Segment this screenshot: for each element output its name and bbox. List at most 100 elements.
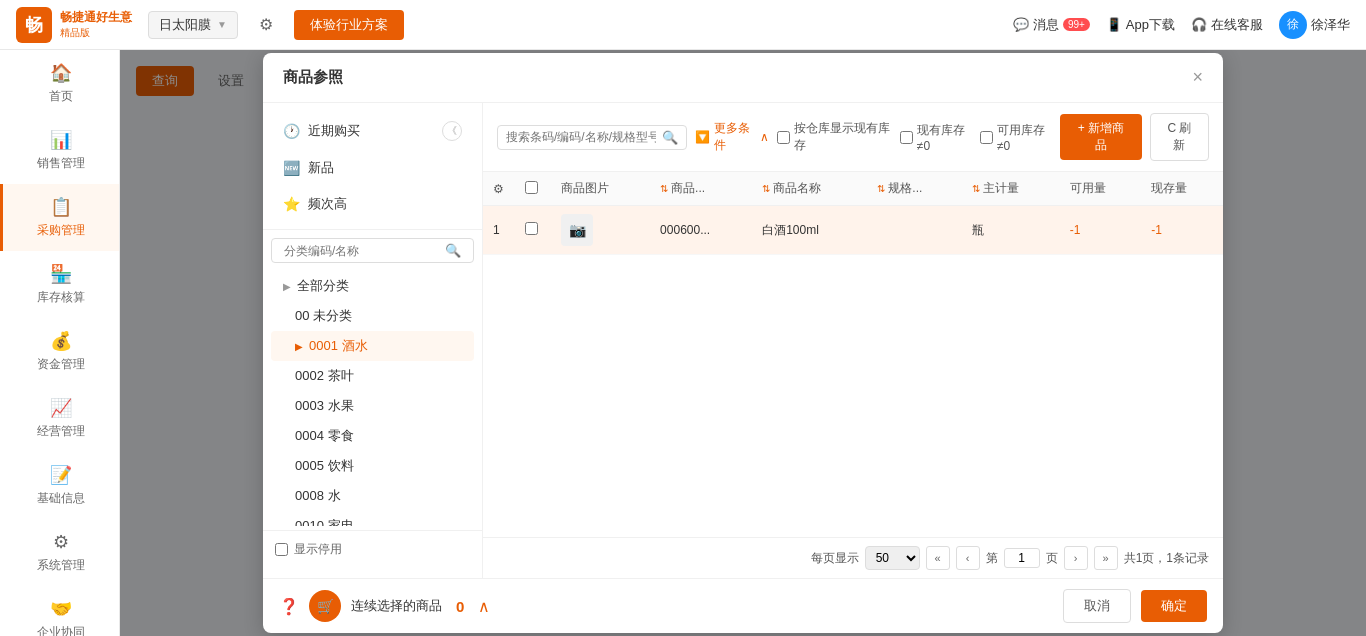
tree-item-all[interactable]: ▶ 全部分类 <box>271 271 474 301</box>
star-icon: ⭐ <box>283 196 300 212</box>
tree-item-appliances[interactable]: 0010 家电 <box>271 511 474 526</box>
add-product-button[interactable]: + 新增商品 <box>1060 114 1142 160</box>
product-image: 📷 <box>561 214 593 246</box>
tree-item-fruit[interactable]: 0003 水果 <box>271 391 474 421</box>
sidebar-item-资金管理[interactable]: 💰资金管理 <box>0 318 119 385</box>
collapse-icon[interactable]: 《 <box>442 121 462 141</box>
col-stock: 现存量 <box>1141 172 1223 206</box>
online-service-item[interactable]: 🎧 在线客服 <box>1191 16 1263 34</box>
sidebar-item-库存核算[interactable]: 🏪库存核算 <box>0 251 119 318</box>
col-code[interactable]: ⇅ 商品... <box>650 172 752 206</box>
show-disabled-checkbox[interactable] <box>275 543 288 556</box>
message-icon: 💬 <box>1013 17 1029 32</box>
modal-title: 商品参照 <box>283 68 343 87</box>
sidebar-label: 基础信息 <box>37 490 85 507</box>
prev-page-button[interactable]: ‹ <box>956 546 980 570</box>
sidebar-item-企业协同[interactable]: 🤝企业协同 <box>0 586 119 636</box>
available-nonzero-checkbox[interactable] <box>900 131 913 144</box>
category-search-input[interactable] <box>284 244 439 258</box>
footer-collapse-icon[interactable]: ∧ <box>478 597 490 616</box>
col-spec[interactable]: ⇅ 规格... <box>867 172 962 206</box>
tree-item-snacks[interactable]: 0004 零食 <box>271 421 474 451</box>
tab-recent-purchase[interactable]: 🕐 近期购买 《 <box>271 113 474 149</box>
cart-button[interactable]: 🛒 <box>309 590 341 622</box>
sidebar-icon: 📝 <box>50 464 72 486</box>
first-page-button[interactable]: « <box>926 546 950 570</box>
experience-btn[interactable]: 体验行业方案 <box>294 10 404 40</box>
sidebar-item-采购管理[interactable]: 📋采购管理 <box>0 184 119 251</box>
clock-icon: 🕐 <box>283 123 300 139</box>
selector-arrow-icon: ▼ <box>217 19 227 30</box>
product-search-box[interactable]: 🔍 <box>497 125 687 150</box>
pagination: 每页显示 50 10 20 100 « ‹ 第 页 <box>483 537 1223 578</box>
cancel-button[interactable]: 取消 <box>1063 589 1131 623</box>
sidebar-icon: 🤝 <box>50 598 72 620</box>
search-submit-icon[interactable]: 🔍 <box>662 130 678 145</box>
tab-new-products[interactable]: 🆕 新品 <box>271 151 474 185</box>
last-page-button[interactable]: » <box>1094 546 1118 570</box>
page-size-select[interactable]: 50 10 20 100 <box>865 546 920 570</box>
tree-arrow-active-icon: ▶ <box>295 341 303 352</box>
modal-header: 商品参照 × <box>263 53 1223 103</box>
sidebar-item-基础信息[interactable]: 📝 基础信息 <box>0 452 119 519</box>
cell-checkbox[interactable] <box>515 206 551 255</box>
sidebar-label: 系统管理 <box>37 557 85 574</box>
col-available: 可用量 <box>1060 172 1142 206</box>
next-page-button[interactable]: › <box>1064 546 1088 570</box>
main-content: 查询 设置 刷新 商品参照 × 🕐 <box>120 50 1366 636</box>
sidebar-label: 采购管理 <box>37 222 85 239</box>
cell-seq: 1 <box>483 206 515 255</box>
user-item[interactable]: 徐 徐泽华 <box>1279 11 1350 39</box>
category-search[interactable]: 🔍 <box>271 238 474 263</box>
sort-icon: ⇅ <box>877 183 885 194</box>
app-download-item[interactable]: 📱 App下载 <box>1106 16 1175 34</box>
sidebar-item-销售管理[interactable]: 📊销售管理 <box>0 117 119 184</box>
col-unit[interactable]: ⇅ 主计量 <box>962 172 1060 206</box>
cell-code: 000600... <box>650 206 752 255</box>
sidebar-item-系统管理[interactable]: ⚙系统管理 <box>0 519 119 586</box>
tab-frequent[interactable]: ⭐ 频次高 <box>271 187 474 221</box>
help-icon[interactable]: ❓ <box>279 597 299 616</box>
app-icon: 📱 <box>1106 17 1122 32</box>
sidebar-label: 资金管理 <box>37 356 85 373</box>
filter-button[interactable]: 🔽 更多条件 ∧ <box>695 120 769 154</box>
sidebar-icon: 📊 <box>50 129 72 151</box>
sidebar-item-经营管理[interactable]: 📈经营管理 <box>0 385 119 452</box>
sidebar-label: 首页 <box>49 88 73 105</box>
modal-left-footer: 显示停用 <box>263 530 482 568</box>
row-checkbox[interactable] <box>525 222 538 235</box>
usable-nonzero-checkbox[interactable] <box>980 131 993 144</box>
cell-image: 📷 <box>551 206 650 255</box>
refresh-button[interactable]: C 刷新 <box>1150 113 1209 161</box>
sort-icon: ⇅ <box>762 183 770 194</box>
select-all-checkbox[interactable] <box>525 181 538 194</box>
sidebar-item-首页[interactable]: 🏠 首页 <box>0 50 119 117</box>
col-checkbox[interactable] <box>515 172 551 206</box>
col-settings[interactable]: ⚙ <box>483 172 515 206</box>
sidebar-icon: 🏠 <box>50 62 72 84</box>
modal-close-button[interactable]: × <box>1192 67 1203 88</box>
warehouse-checkbox-group: 按仓库显示现有库存 <box>777 120 892 154</box>
tree-item-water[interactable]: 0008 水 <box>271 481 474 511</box>
page-number-input[interactable] <box>1004 548 1040 568</box>
cell-spec <box>867 206 962 255</box>
tree-item-beverages[interactable]: 0005 饮料 <box>271 451 474 481</box>
settings-col-icon: ⚙ <box>493 182 504 196</box>
col-name[interactable]: ⇅ 商品名称 <box>752 172 867 206</box>
tree-item-liquor[interactable]: ▶ 0001 酒水 <box>271 331 474 361</box>
settings-icon[interactable]: ⚙ <box>250 9 282 41</box>
tree-item-unclassified[interactable]: 00 未分类 <box>271 301 474 331</box>
cell-unit: 瓶 <box>962 206 1060 255</box>
sidebar-icon: 🏪 <box>50 263 72 285</box>
cell-name: 白酒100ml <box>752 206 867 255</box>
message-item[interactable]: 💬 消息 99+ <box>1013 16 1090 34</box>
warehouse-checkbox[interactable] <box>777 131 790 144</box>
confirm-button[interactable]: 确定 <box>1141 590 1207 622</box>
company-selector[interactable]: 日太阳膜 ▼ <box>148 11 238 39</box>
category-tree: ▶ 全部分类 00 未分类 ▶ 0001 酒水 0002 茶 <box>263 271 482 526</box>
table-row[interactable]: 1 📷 000600... 白酒100ml <box>483 206 1223 255</box>
show-disabled-label: 显示停用 <box>294 541 342 558</box>
product-search-input[interactable] <box>506 130 656 144</box>
tree-item-tea[interactable]: 0002 茶叶 <box>271 361 474 391</box>
select-count: 0 <box>456 598 464 615</box>
